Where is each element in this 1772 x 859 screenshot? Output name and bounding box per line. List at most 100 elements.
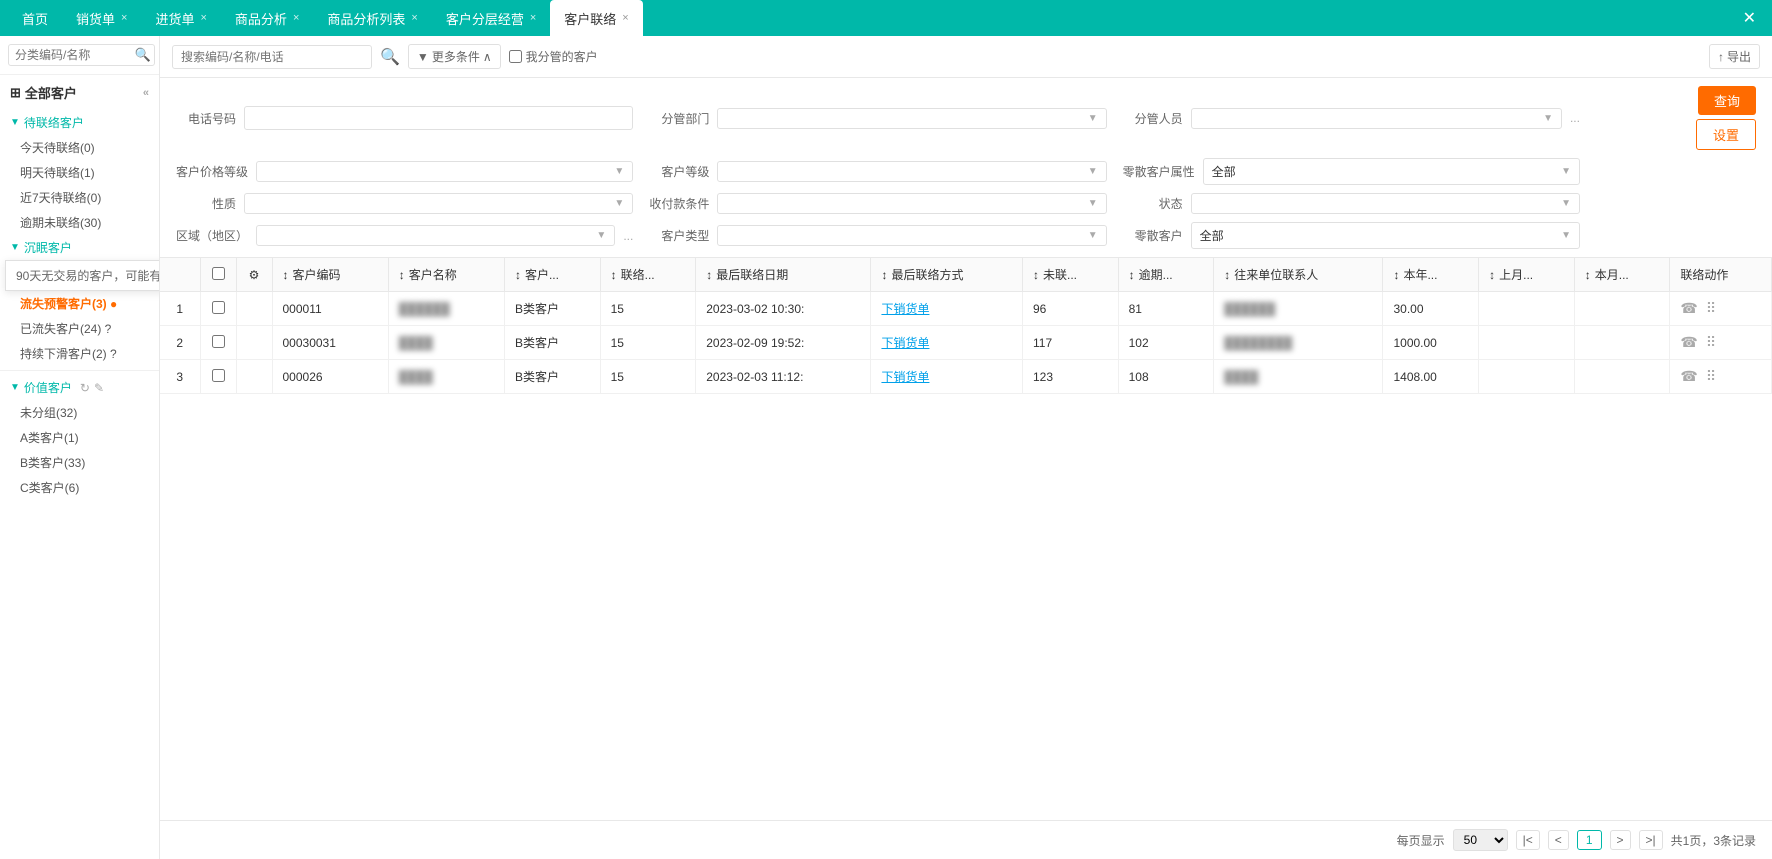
tab-customer-tier[interactable]: 客户分层经营 × [432,0,550,36]
sidebar-item-class-c[interactable]: C类客户(6) [0,475,159,500]
col-this-month-sort-icon[interactable]: ↕ [1585,268,1591,282]
last-way-link[interactable]: 下销货单 [881,370,929,384]
status-select[interactable]: ▼ [1191,193,1580,214]
region-more-icon[interactable]: ... [623,229,633,243]
prev-page-btn[interactable]: < [1548,830,1569,850]
tab-sales[interactable]: 销货单 × [62,0,141,36]
sidebar-item-7days[interactable]: 近7天待联络(0) [0,185,159,210]
my-customers-checkbox-label[interactable]: 我分管的客户 [509,48,598,65]
tab-analysis[interactable]: 商品分析 × [221,0,313,36]
row-last-month [1479,292,1575,326]
search-button[interactable]: 🔍 [380,47,400,67]
sidebar-all-customers[interactable]: ⊞ 全部客户 « [0,75,159,110]
sidebar-search-input[interactable] [8,44,155,66]
row-type: B类客户 [504,326,600,360]
row-select-checkbox[interactable] [212,301,225,314]
edit-icon[interactable]: ✎ [94,381,104,395]
page-size-select[interactable]: 50 100 [1453,829,1508,851]
col-last-month-sort-icon[interactable]: ↕ [1489,268,1495,282]
col-unit-contact-sort-icon[interactable]: ↕ [1224,268,1230,282]
tab-customer-tier-close[interactable]: × [530,12,536,24]
person-select[interactable]: ▼ [1191,108,1562,129]
col-overdue-sort-icon[interactable]: ↕ [1129,268,1135,282]
tab-customer-contact-close[interactable]: × [622,12,628,24]
action-more-icon[interactable]: ⠿ [1706,300,1716,317]
row-action: ☎ ⠿ [1670,326,1772,360]
price-tier-chevron-icon: ▼ [614,166,624,177]
my-customers-checkbox[interactable] [509,50,522,63]
col-code-sort-icon[interactable]: ↕ [283,268,289,282]
col-last-way-sort-icon[interactable]: ↕ [881,268,887,282]
col-type-sort-icon[interactable]: ↕ [515,268,521,282]
sidebar-section-value[interactable]: ▼ 价值客户 ↻ ✎ [0,375,159,400]
sidebar-item-class-b[interactable]: B类客户(33) [0,450,159,475]
region-select[interactable]: ▼ [256,225,615,246]
tab-home[interactable]: 首页 [8,0,62,36]
export-button[interactable]: ↑ 导出 [1709,44,1760,69]
sidebar-collapse-icon[interactable]: « [143,87,149,99]
price-tier-label: 客户价格等级 [176,163,248,180]
action-more-icon[interactable]: ⠿ [1706,368,1716,385]
more-conditions-button[interactable]: ▼ 更多条件 ∧ [408,44,501,69]
nature-select[interactable]: ▼ [244,193,633,214]
tab-analysis-close[interactable]: × [293,12,299,24]
casual-attr-select[interactable]: 全部 ▼ [1203,158,1580,185]
last-way-link[interactable]: 下销货单 [881,302,929,316]
settings-button[interactable]: 设置 [1696,119,1756,150]
customer-type-select[interactable]: ▼ [717,225,1106,246]
col-this-year-sort-icon[interactable]: ↕ [1393,268,1399,282]
sidebar-item-declining[interactable]: 持续下滑客户(2) ? [0,341,159,366]
col-num [160,258,200,292]
col-settings[interactable]: ⚙ [236,258,272,292]
search-input[interactable] [172,45,372,69]
customer-grade-select[interactable]: ▼ [717,161,1106,182]
query-button[interactable]: 查询 [1698,86,1756,115]
last-page-btn[interactable]: >| [1639,830,1663,850]
row-last-date: 2023-02-03 11:12: [696,360,871,394]
sidebar-section-pending[interactable]: ▼ 待联络客户 [0,110,159,135]
col-no-contact-sort-icon[interactable]: ↕ [1033,268,1039,282]
person-chevron-icon: ▼ [1543,113,1553,124]
dept-select[interactable]: ▼ [717,108,1106,129]
tab-analysis-table-close[interactable]: × [411,12,417,24]
tab-purchase-close[interactable]: × [200,12,206,24]
casual-customer-select[interactable]: 全部 ▼ [1191,222,1580,249]
person-more-icon[interactable]: ... [1570,111,1580,125]
region-chevron-icon: ▼ [596,230,606,241]
sidebar-item-today[interactable]: 今天待联络(0) [0,135,159,160]
next-page-btn[interactable]: > [1610,830,1631,850]
row-no-contact: 117 [1022,326,1118,360]
action-phone-icon[interactable]: ☎ [1680,300,1697,317]
row-select-checkbox[interactable] [212,335,225,348]
col-contact-sort-icon[interactable]: ↕ [611,268,617,282]
first-page-btn[interactable]: |< [1516,830,1540,850]
payment-select[interactable]: ▼ [717,193,1106,214]
price-tier-select[interactable]: ▼ [256,161,633,182]
select-all-checkbox[interactable] [212,267,225,280]
filter-phone: 电话号码 [176,106,633,130]
tab-analysis-table[interactable]: 商品分析列表 × [313,0,431,36]
col-code: ↕客户编码 [272,258,388,292]
filter-row-3: 性质 ▼ 收付款条件 ▼ 状态 [176,193,1756,214]
sidebar-item-tomorrow[interactable]: 明天待联络(1) [0,160,159,185]
col-last-date-sort-icon[interactable]: ↕ [706,268,712,282]
action-more-icon[interactable]: ⠿ [1706,334,1716,351]
tab-sales-close[interactable]: × [121,12,127,24]
sidebar-item-churn-warning[interactable]: 流失预警客户(3) ● [0,291,159,316]
last-way-link[interactable]: 下销货单 [881,336,929,350]
tab-purchase[interactable]: 进货单 × [141,0,220,36]
sidebar-item-ungrouped[interactable]: 未分组(32) [0,400,159,425]
action-phone-icon[interactable]: ☎ [1680,334,1697,351]
phone-input[interactable] [244,106,633,130]
sidebar-item-overdue[interactable]: 逾期未联络(30) [0,210,159,235]
action-phone-icon[interactable]: ☎ [1680,368,1697,385]
close-window-btn[interactable]: ✕ [1735,8,1764,28]
tab-customer-contact[interactable]: 客户联络 × [550,0,642,36]
refresh-icon[interactable]: ↻ [80,381,90,395]
sidebar-item-class-a[interactable]: A类客户(1) [0,425,159,450]
col-name-sort-icon[interactable]: ↕ [399,268,405,282]
customer-grade-chevron-icon: ▼ [1088,166,1098,177]
row-select-checkbox[interactable] [212,369,225,382]
sidebar-section-dormant[interactable]: ▼ 沉眠客户 [0,235,159,260]
sidebar-item-churned[interactable]: 已流失客户(24) ? [0,316,159,341]
